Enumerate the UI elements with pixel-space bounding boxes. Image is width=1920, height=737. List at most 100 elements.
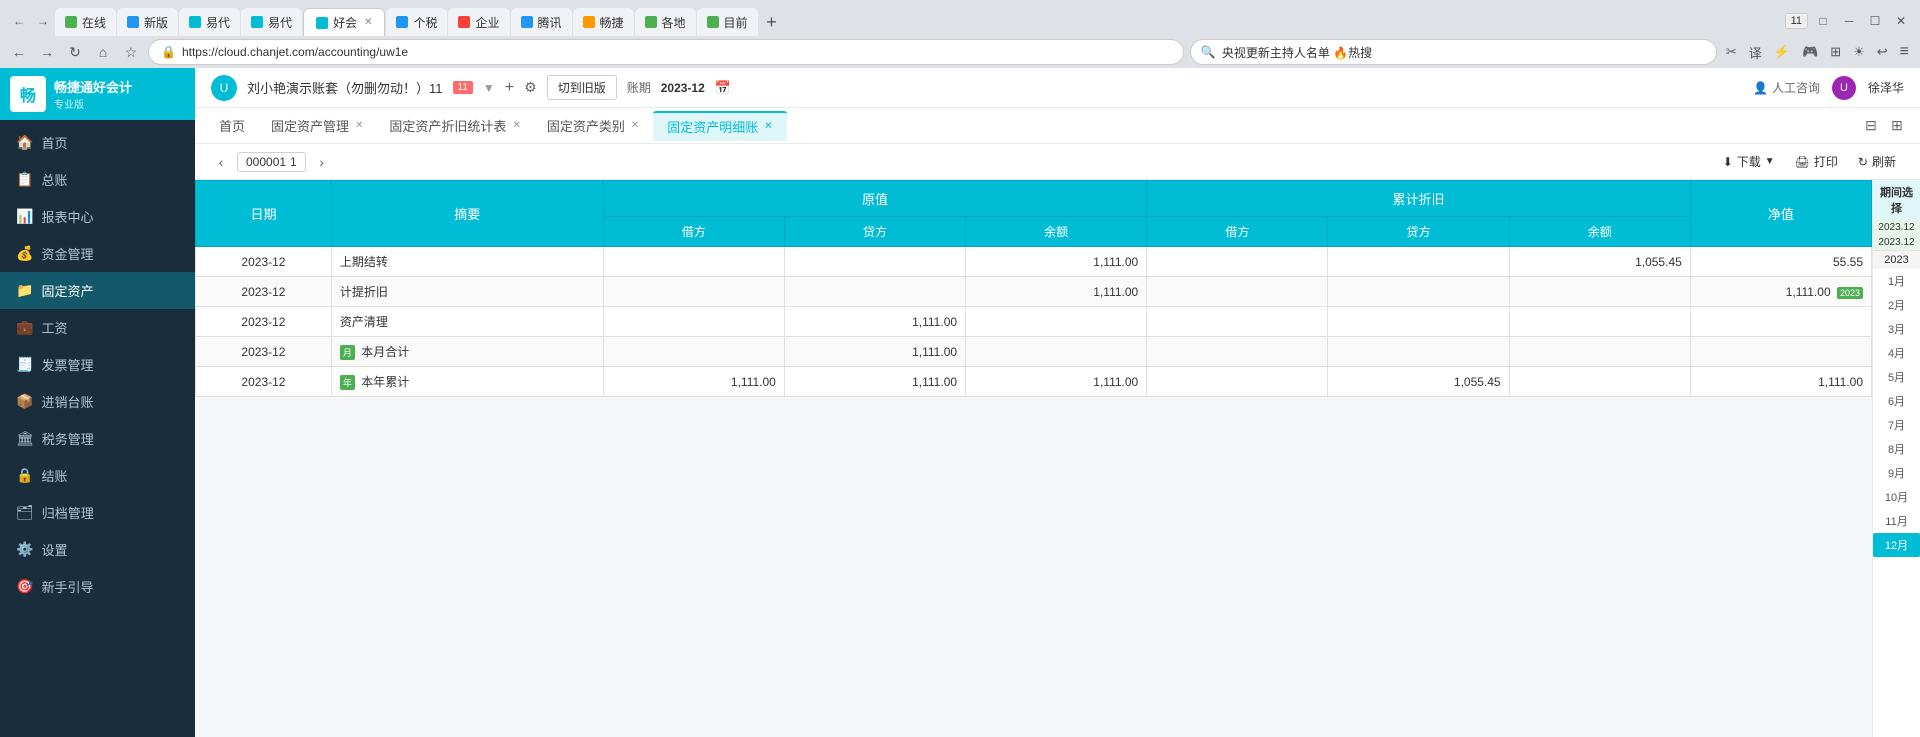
next-page-btn[interactable]: ›	[312, 152, 332, 172]
scissors-btn[interactable]: ✂	[1723, 44, 1740, 60]
tab-new[interactable]: 新版	[117, 8, 178, 36]
period-month-6[interactable]: 6月	[1873, 389, 1920, 413]
period-month-2[interactable]: 2月	[1873, 293, 1920, 317]
sidebar-item-settings[interactable]: ⚙️ 设置	[0, 531, 195, 568]
forward-nav-btn[interactable]: →	[36, 41, 58, 63]
translate-btn[interactable]: 译	[1746, 43, 1765, 62]
reload-btn[interactable]: ↻	[64, 41, 86, 63]
bookmark-btn[interactable]: ☆	[120, 41, 142, 63]
tab-tax[interactable]: 个税	[386, 8, 447, 36]
cell-date-1: 2023-12	[196, 247, 332, 277]
period-month-5[interactable]: 5月	[1873, 365, 1920, 389]
col-orig-debit: 借方	[603, 217, 784, 247]
more-btn[interactable]: ≡	[1897, 43, 1912, 61]
close-window-btn[interactable]: ✕	[1890, 10, 1912, 32]
sidebar-item-payroll[interactable]: 💼 工资	[0, 309, 195, 346]
tab-fixed-category-close[interactable]: ✕	[631, 120, 639, 131]
print-btn[interactable]: 🖨 打印	[1787, 149, 1846, 174]
cell-dep-debit-1	[1147, 247, 1328, 277]
search-bar[interactable]: 🔍 央视更新主持人名单 🔥热搜	[1190, 39, 1717, 65]
period-month-11[interactable]: 11月	[1873, 509, 1920, 533]
cell-orig-debit-5: 1,111.00	[603, 367, 784, 397]
sidebar-item-home[interactable]: 🏠 首页	[0, 124, 195, 161]
tab-yidai1[interactable]: 易代	[179, 8, 240, 36]
cell-dep-credit-4	[1328, 337, 1509, 367]
side-panel: 期间选择 2023.12 2023.12 2023 1月 2月 3月 4月 5月…	[1872, 180, 1920, 737]
new-tab-button[interactable]: +	[759, 10, 785, 36]
tab-mubiao[interactable]: 目前	[697, 8, 758, 36]
tab-fixed-depreciation-close[interactable]: ✕	[512, 120, 520, 131]
undo-btn[interactable]: ↩	[1874, 44, 1891, 60]
tab-fixed-detail-close[interactable]: ✕	[764, 121, 772, 132]
tab-yidai2[interactable]: 易代	[241, 8, 302, 36]
period-month-3[interactable]: 3月	[1873, 317, 1920, 341]
period-month-9[interactable]: 9月	[1873, 461, 1920, 485]
refresh-btn[interactable]: ↻ 刷新	[1850, 149, 1904, 174]
sidebar-item-inventory[interactable]: 📦 进销台账	[0, 383, 195, 420]
game-btn[interactable]: 🎮	[1799, 44, 1821, 60]
sidebar-item-general[interactable]: 📋 总账	[0, 161, 195, 198]
settings-icon: ⚙️	[16, 541, 33, 558]
tab-fixed-mgmt-close[interactable]: ✕	[355, 120, 363, 131]
cell-dep-balance-1: 1,055.45	[1509, 247, 1690, 277]
sidebar-settings-label: 设置	[41, 540, 67, 559]
top-bar: U 刘小艳演示账套（勿删勿动！）11 11 ▼ + ⚙ 切到旧版 账期 2023…	[195, 68, 1920, 108]
switch-version-btn[interactable]: 切到旧版	[547, 75, 617, 100]
back-btn[interactable]: ←	[8, 10, 30, 32]
expand-btn[interactable]: ⊞	[1886, 115, 1908, 137]
tab-home-page[interactable]: 首页	[207, 111, 257, 141]
url-bar[interactable]: 🔒 https://cloud.chanjet.com/accounting/u…	[148, 39, 1184, 65]
tab-changjie[interactable]: 畅捷	[573, 8, 634, 36]
download-btn[interactable]: ⬇ 下载 ▼	[1715, 149, 1783, 174]
tab-haohui[interactable]: 好会 ✕	[303, 8, 385, 36]
period-month-7[interactable]: 7月	[1873, 413, 1920, 437]
minimize-btn[interactable]: ─	[1838, 10, 1860, 32]
tab-enterprise[interactable]: 企业	[448, 8, 509, 36]
prev-page-btn[interactable]: ‹	[211, 152, 231, 172]
tab-tencent[interactable]: 腾讯	[511, 8, 572, 36]
period-month-4[interactable]: 4月	[1873, 341, 1920, 365]
sidebar-item-fixed[interactable]: 📁 固定资产	[0, 272, 195, 309]
content-area: 日期 摘要 原值 累计折旧 净值 借方 贷方 余额 借方 贷方 余额	[195, 180, 1920, 737]
tab-fixed-mgmt[interactable]: 固定资产管理 ✕	[259, 111, 375, 141]
coupon-btn[interactable]: ⚡	[1771, 44, 1793, 60]
brightness-btn[interactable]: ☀	[1850, 44, 1868, 60]
selected-period-2[interactable]: 2023.12	[1873, 235, 1920, 250]
sidebar-fund-label: 资金管理	[41, 244, 93, 263]
page-display-text: 1	[290, 155, 297, 169]
period-month-1[interactable]: 1月	[1873, 269, 1920, 293]
sidebar-item-close[interactable]: 🔒 结账	[0, 457, 195, 494]
tab-fixed-category[interactable]: 固定资产类别 ✕	[535, 111, 651, 141]
collapse-btn[interactable]: ⊟	[1860, 115, 1882, 137]
tab-gedi[interactable]: 各地	[635, 8, 696, 36]
sidebar-item-invoice[interactable]: 🧾 发票管理	[0, 346, 195, 383]
sidebar-item-fund[interactable]: 💰 资金管理	[0, 235, 195, 272]
back-nav-btn[interactable]: ←	[8, 41, 30, 63]
forward-btn[interactable]: →	[32, 10, 54, 32]
tab-fixed-detail[interactable]: 固定资产明细账 ✕	[653, 111, 786, 141]
home-nav-btn[interactable]: ⌂	[92, 41, 114, 63]
service-btn[interactable]: 👤 人工咨询	[1753, 79, 1820, 96]
period-month-12[interactable]: 12月	[1873, 533, 1920, 557]
selected-period-1[interactable]: 2023.12	[1873, 220, 1920, 235]
calendar-icon[interactable]: 📅	[715, 80, 731, 96]
tab-haohui-label: 好会	[333, 14, 357, 31]
cell-orig-balance-4	[966, 337, 1147, 367]
sidebar-item-tax[interactable]: 🏛 税务管理	[0, 420, 195, 457]
url-text: https://cloud.chanjet.com/accounting/uw1…	[182, 45, 408, 59]
tab-online[interactable]: 在线	[55, 8, 116, 36]
restore-btn[interactable]: □	[1812, 10, 1834, 32]
tab-haohui-close[interactable]: ✕	[364, 17, 372, 28]
sidebar-item-report[interactable]: 📊 报表中心	[0, 198, 195, 235]
settings-btn[interactable]: ⚙	[524, 79, 537, 96]
add-account-btn[interactable]: +	[505, 79, 514, 97]
grid-btn[interactable]: ⊞	[1827, 44, 1844, 60]
maximize-btn[interactable]: ☐	[1864, 10, 1886, 32]
sidebar-header: 畅 畅捷通好会计 专业版	[0, 68, 195, 120]
period-month-10[interactable]: 10月	[1873, 485, 1920, 509]
sidebar-item-guide[interactable]: 🎯 新手引导	[0, 568, 195, 605]
dropdown-icon[interactable]: ▼	[483, 81, 495, 95]
sidebar-item-archive[interactable]: 🗂 归档管理	[0, 494, 195, 531]
tab-fixed-depreciation[interactable]: 固定资产折旧统计表 ✕	[377, 111, 532, 141]
period-month-8[interactable]: 8月	[1873, 437, 1920, 461]
